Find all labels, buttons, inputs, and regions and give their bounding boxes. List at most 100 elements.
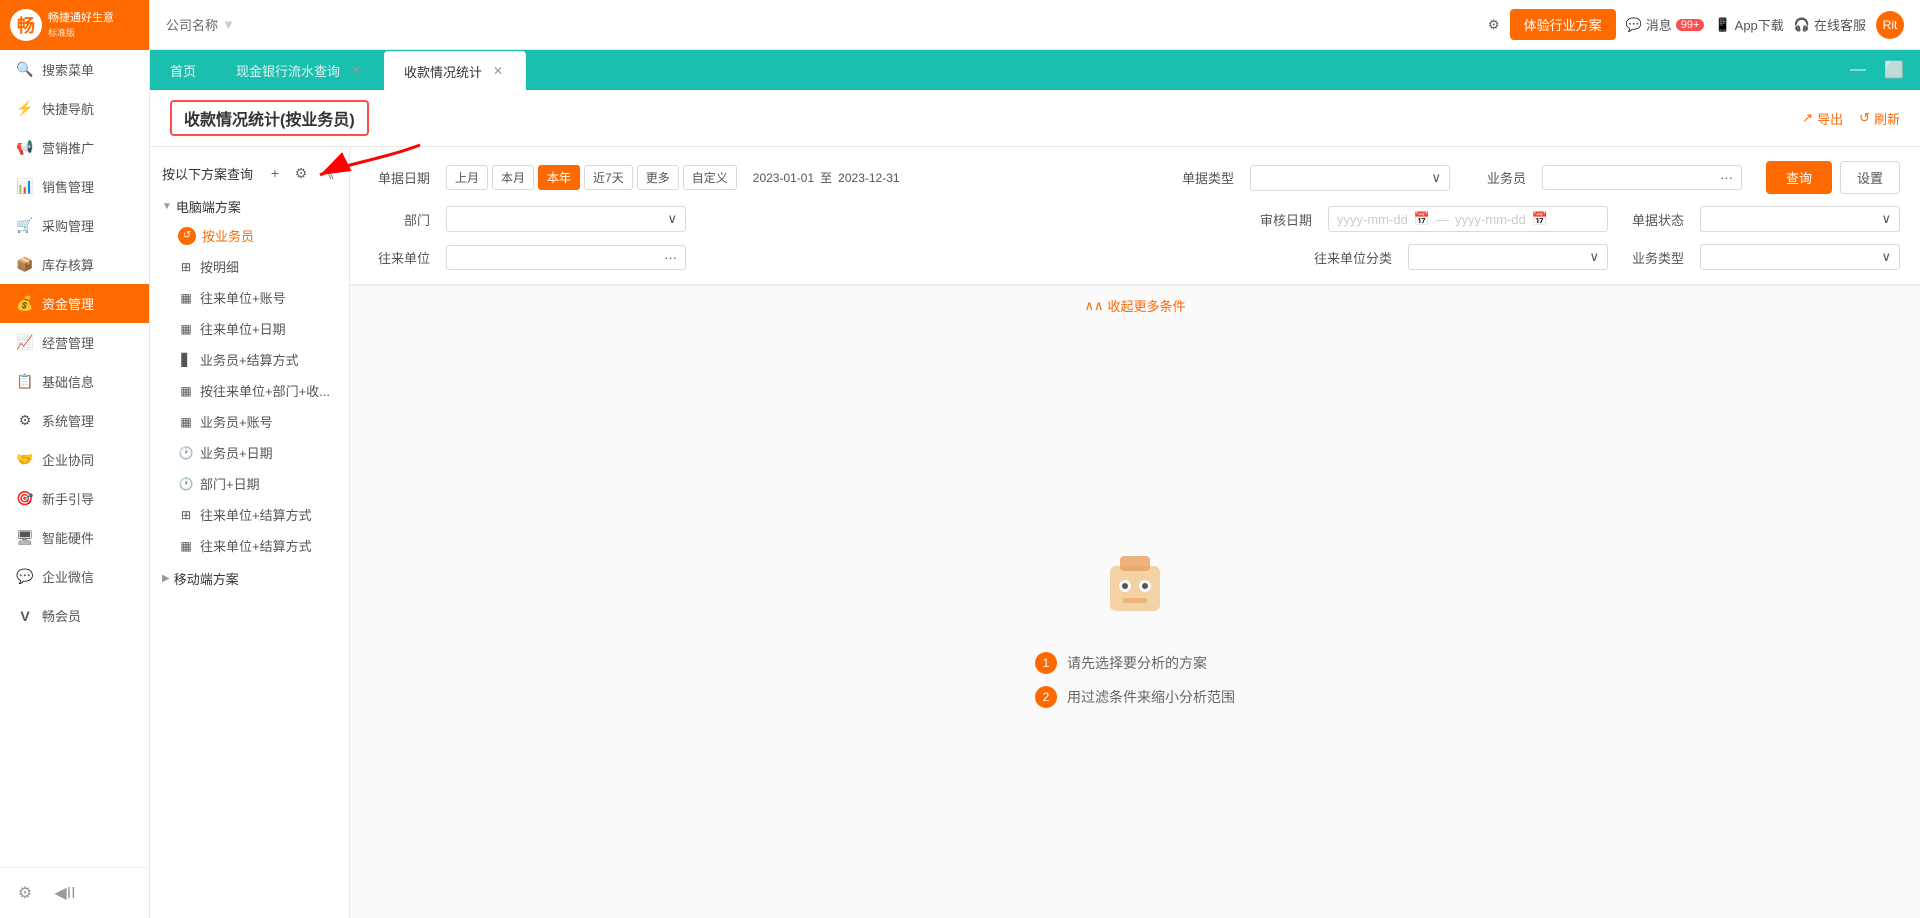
sidebar-item-wechat[interactable]: 💬 企业微信 xyxy=(0,557,149,596)
wechat-icon: 💬 xyxy=(16,568,34,586)
partner-category-select[interactable]: ∨ xyxy=(1408,244,1608,270)
doc-status-chevron-icon: ∨ xyxy=(1881,211,1891,227)
operation-icon: 📈 xyxy=(16,334,34,352)
scheme-item-partner-account[interactable]: ▦ 往来单位+账号 xyxy=(150,282,349,313)
scheme-section-mobile: ▶ 移动端方案 xyxy=(150,565,349,592)
refresh-icon: ↺ xyxy=(1859,110,1870,126)
purchase-icon: 🛒 xyxy=(16,217,34,235)
tab-bank-flow[interactable]: 现金银行流水查询 ✕ xyxy=(216,50,384,90)
dept-select[interactable]: ∨ xyxy=(446,206,686,232)
breadcrumb-dropdown[interactable]: ▼ xyxy=(222,17,235,32)
partner-dept-icon: ▦ xyxy=(178,383,194,399)
date-quick-group: 上月 本月 本年 近7天 更多 自定义 xyxy=(446,165,737,190)
partner-settle2-icon: ▦ xyxy=(178,538,194,554)
date-btn-7days[interactable]: 近7天 xyxy=(584,165,633,190)
minimize-icon[interactable]: — xyxy=(1844,56,1872,84)
sidebar-settings-icon[interactable]: ⚙ xyxy=(10,878,40,908)
system-icon: ⚙ xyxy=(16,412,34,430)
step-num-1: 1 xyxy=(1035,652,1057,674)
partner-select[interactable]: ··· xyxy=(446,245,686,270)
date-btn-this-month[interactable]: 本月 xyxy=(492,165,534,190)
calendar-end-icon: 📅 xyxy=(1532,211,1548,227)
message-btn[interactable]: 💬 消息 99+ xyxy=(1626,15,1705,34)
empty-state: 1 请先选择要分析的方案 2 用过滤条件来缩小分析范围 xyxy=(350,325,1920,918)
sidebar-item-purchase[interactable]: 🛒 采购管理 xyxy=(0,206,149,245)
date-btn-last-month[interactable]: 上月 xyxy=(446,165,488,190)
salesperson-select[interactable]: ··· xyxy=(1542,165,1742,190)
logo-icon: 畅 xyxy=(10,9,42,41)
sidebar-item-finance[interactable]: 💰 资金管理 xyxy=(0,284,149,323)
refresh-btn[interactable]: ↺ 刷新 xyxy=(1859,109,1900,128)
panel-header: 按以下方案查询 + ⚙ 《 xyxy=(150,157,349,193)
scheme-item-sales-account[interactable]: ▦ 业务员+账号 xyxy=(150,406,349,437)
tab-home[interactable]: 首页 xyxy=(150,61,216,80)
enterprise-icon: 🤝 xyxy=(16,451,34,469)
scheme-item-sales-settle[interactable]: ▋ 业务员+结算方式 xyxy=(150,344,349,375)
scheme-section-desktop-header[interactable]: ▼ 电脑端方案 xyxy=(150,193,349,220)
biz-type-select[interactable]: ∨ xyxy=(1700,244,1900,270)
panel-settings-icon[interactable]: ⚙ xyxy=(291,163,311,183)
user-area[interactable]: Rit xyxy=(1876,11,1904,39)
tab-close-collection[interactable]: ✕ xyxy=(490,63,506,79)
panel-add-icon[interactable]: + xyxy=(265,163,285,183)
app-download-btn[interactable]: 📱 App下载 xyxy=(1714,15,1783,34)
scheme-item-partner-date[interactable]: ▦ 往来单位+日期 xyxy=(150,313,349,344)
empty-step-1: 1 请先选择要分析的方案 xyxy=(1035,652,1235,674)
scheme-item-partner-settle1[interactable]: ⊞ 往来单位+结算方式 xyxy=(150,499,349,530)
query-btn[interactable]: 查询 xyxy=(1766,161,1832,194)
basic-icon: 📋 xyxy=(16,373,34,391)
sidebar-item-inventory[interactable]: 📦 库存核算 xyxy=(0,245,149,284)
collapse-filter-btn[interactable]: ∧∧ 收起更多条件 xyxy=(350,285,1920,325)
doc-type-select[interactable]: ∨ xyxy=(1250,165,1450,191)
more-icon[interactable]: ··· xyxy=(1720,170,1733,185)
sidebar-item-enterprise[interactable]: 🤝 企业协同 xyxy=(0,440,149,479)
tab-close-bank[interactable]: ✕ xyxy=(348,62,364,78)
tabbar: 首页 现金银行流水查询 ✕ 收款情况统计 ✕ — ⬜ xyxy=(150,50,1920,90)
date-btn-more[interactable]: 更多 xyxy=(637,165,679,190)
sidebar-nav: 🔍 搜索菜单 ⚡ 快捷导航 📢 营销推广 📊 销售管理 🛒 采购管理 📦 库存核… xyxy=(0,50,149,867)
scheme-item-sales-date[interactable]: 🕐 业务员+日期 xyxy=(150,437,349,468)
tab-collection-stats[interactable]: 收款情况统计 ✕ xyxy=(384,51,526,91)
sidebar-item-operation[interactable]: 📈 经营管理 xyxy=(0,323,149,362)
settings-btn[interactable]: 设置 xyxy=(1840,161,1900,194)
export-btn[interactable]: ↗ 导出 xyxy=(1802,109,1843,128)
topbar-settings-btn[interactable]: ⚙ xyxy=(1488,17,1500,33)
date-label: 单据日期 xyxy=(370,168,430,187)
sidebar-item-guide[interactable]: 🎯 新手引导 xyxy=(0,479,149,518)
review-date-range[interactable]: yyyy-mm-dd 📅 — yyyy-mm-dd 📅 xyxy=(1328,206,1608,232)
message-icon: 💬 xyxy=(1626,17,1642,33)
sidebar-item-hardware[interactable]: 🖥 智能硬件 xyxy=(0,518,149,557)
settings-icon: ⚙ xyxy=(1488,17,1500,33)
sidebar-item-marketing[interactable]: 📢 营销推广 xyxy=(0,128,149,167)
sidebar-item-quick[interactable]: ⚡ 快捷导航 xyxy=(0,89,149,128)
sidebar-item-system[interactable]: ⚙ 系统管理 xyxy=(0,401,149,440)
right-panel: 单据日期 上月 本月 本年 近7天 更多 自定义 2023-01-01 至 xyxy=(350,147,1920,918)
maximize-icon[interactable]: ⬜ xyxy=(1880,56,1908,84)
customer-service-btn[interactable]: 🎧 在线客服 xyxy=(1794,15,1866,34)
date-btn-this-year[interactable]: 本年 xyxy=(538,165,580,190)
trial-btn[interactable]: 体验行业方案 xyxy=(1510,9,1616,40)
doc-status-select[interactable]: ∨ xyxy=(1700,206,1900,232)
left-panel: 按以下方案查询 + ⚙ 《 ▼ 电脑端方案 ↺ xyxy=(150,147,350,918)
sidebar-item-basic[interactable]: 📋 基础信息 xyxy=(0,362,149,401)
sales-settle-icon: ▋ xyxy=(178,352,194,368)
dept-label: 部门 xyxy=(370,210,430,229)
sidebar-collapse-icon[interactable]: ◀II xyxy=(50,878,80,908)
sidebar-item-search[interactable]: 🔍 搜索菜单 xyxy=(0,50,149,89)
partner-settle1-icon: ⊞ xyxy=(178,507,194,523)
scheme-item-partner-dept[interactable]: ▦ 按往来单位+部门+收... xyxy=(150,375,349,406)
panel-collapse-icon[interactable]: 《 xyxy=(317,163,337,183)
partner-account-icon: ▦ xyxy=(178,290,194,306)
sidebar-item-member[interactable]: V 畅会员 xyxy=(0,596,149,635)
partner-more-icon[interactable]: ··· xyxy=(664,250,677,265)
date-btn-custom[interactable]: 自定义 xyxy=(683,165,737,190)
scheme-section-mobile-header[interactable]: ▶ 移动端方案 xyxy=(150,565,349,592)
scheme-item-by-salesperson[interactable]: ↺ 按业务员 xyxy=(150,220,349,251)
topbar-breadcrumb: 公司名称 ▼ xyxy=(166,15,1478,34)
scheme-item-dept-date[interactable]: 🕐 部门+日期 xyxy=(150,468,349,499)
company-name[interactable]: 公司名称 xyxy=(166,15,218,34)
sidebar-item-sales[interactable]: 📊 销售管理 xyxy=(0,167,149,206)
scheme-item-partner-settle2[interactable]: ▦ 往来单位+结算方式 xyxy=(150,530,349,561)
scheme-item-detail[interactable]: ⊞ 按明细 xyxy=(150,251,349,282)
headset-icon: 🎧 xyxy=(1794,17,1810,33)
